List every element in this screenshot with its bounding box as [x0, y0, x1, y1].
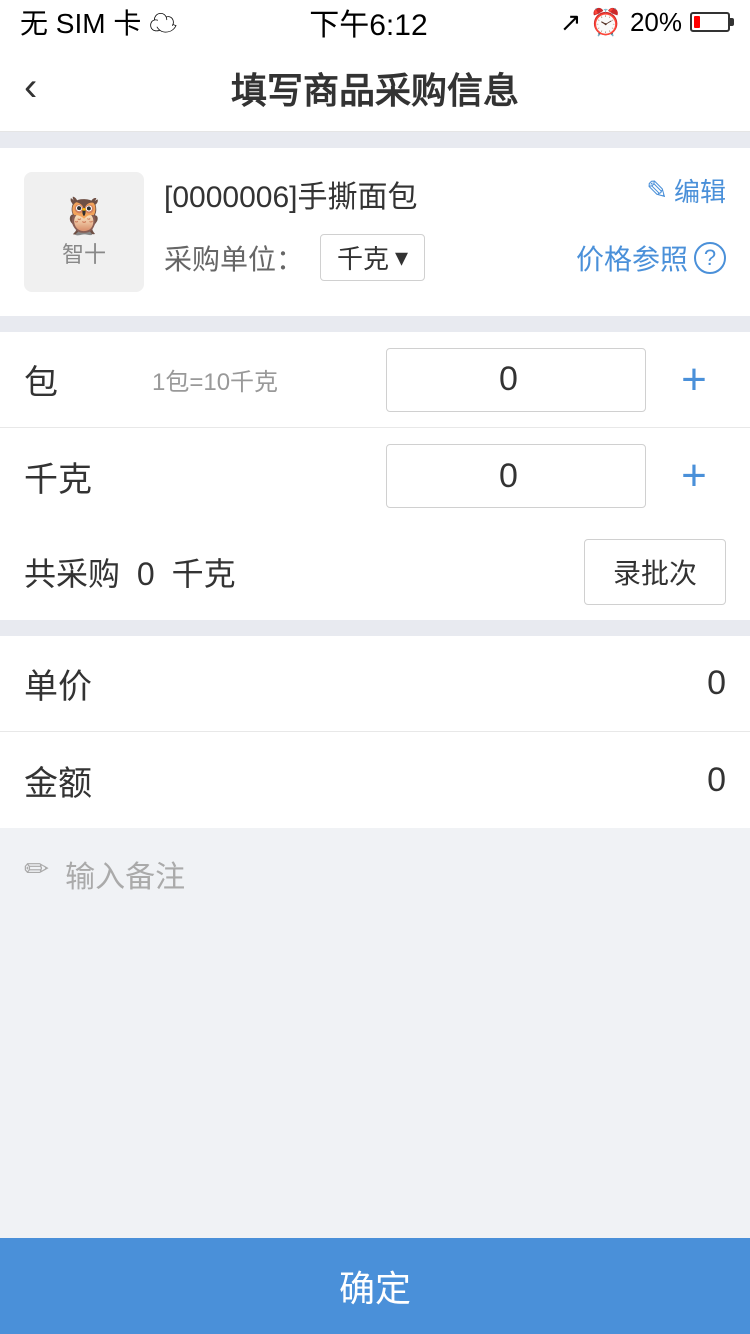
top-divider [0, 132, 750, 148]
status-bar: 无 SIM 卡 ☁ 下午6:12 ↗ ⏰ 20% [0, 0, 750, 44]
alarm-icon: ⏰ [590, 7, 622, 38]
quantity-input-section: 包 1包=10千克 + 千克 + [0, 332, 750, 524]
back-button[interactable]: ‹ [24, 65, 37, 110]
summary-text: 共采购 0 千克 [24, 549, 584, 595]
kg-label: 千克 [24, 452, 144, 501]
price-ref-label: 价格参照 [576, 238, 688, 278]
edit-label: 编辑 [674, 172, 726, 209]
confirm-button[interactable]: 确定 [0, 1238, 750, 1334]
product-name: [0000006]手撕面包 [164, 172, 726, 216]
unit-select[interactable]: 千克 ▾ [320, 234, 425, 281]
unit-price-value: 0 [707, 664, 726, 703]
remark-section[interactable]: ✏ 输入备注 [0, 828, 750, 920]
unit-price-label: 单价 [24, 659, 707, 708]
product-meta: 采购单位： 千克 ▾ 价格参照 ? [164, 234, 726, 281]
bag-quantity-input[interactable] [386, 348, 646, 412]
unit-price-row: 单价 0 [0, 636, 750, 732]
amount-value: 0 [707, 761, 726, 800]
purchase-unit-label: 采购单位： [164, 238, 304, 278]
battery-percent: 20% [630, 7, 682, 38]
kg-plus-button[interactable]: + [662, 444, 726, 508]
status-right: ↗ ⏰ 20% [560, 7, 730, 38]
no-sim-text: 无 SIM 卡 ☁ [20, 2, 177, 42]
price-section: 单价 0 金额 0 [0, 636, 750, 828]
location-icon: ↗ [560, 7, 582, 38]
product-card: 🦉 智十 [0000006]手撕面包 采购单位： 千克 ▾ 价格参照 ? [0, 148, 750, 316]
page-title: 填写商品采购信息 [231, 62, 519, 114]
price-reference-button[interactable]: 价格参照 ? [576, 238, 726, 278]
amount-label: 金额 [24, 756, 707, 805]
remark-placeholder: 输入备注 [65, 852, 185, 896]
summary-section: 共采购 0 千克 录批次 [0, 524, 750, 620]
question-icon: ? [694, 242, 726, 274]
bag-sublabel: 1包=10千克 [152, 362, 278, 397]
bag-row: 包 1包=10千克 + [0, 332, 750, 428]
status-time: 下午6:12 [309, 0, 427, 44]
edit-icon: ✎ [646, 175, 668, 206]
dropdown-arrow-icon: ▾ [395, 242, 408, 273]
unit-select-value: 千克 [337, 239, 389, 276]
middle-divider-2 [0, 620, 750, 636]
middle-divider-1 [0, 316, 750, 332]
kg-row: 千克 + [0, 428, 750, 524]
bag-plus-button[interactable]: + [662, 348, 726, 412]
logo-brand-name: 智十 [62, 237, 106, 269]
product-info: [0000006]手撕面包 采购单位： 千克 ▾ 价格参照 ? [164, 172, 726, 281]
edit-button[interactable]: ✎ 编辑 [646, 172, 726, 209]
product-logo: 🦉 智十 [62, 195, 107, 269]
logo-owl-icon: 🦉 [62, 195, 107, 237]
summary-suffix: 千克 [172, 556, 236, 592]
batch-button[interactable]: 录批次 [584, 539, 726, 605]
status-left: 无 SIM 卡 ☁ [20, 2, 177, 42]
product-thumbnail: 🦉 智十 [24, 172, 144, 292]
amount-row: 金额 0 [0, 732, 750, 828]
summary-prefix: 共采购 [24, 556, 120, 592]
nav-bar: ‹ 填写商品采购信息 [0, 44, 750, 132]
kg-quantity-input[interactable] [386, 444, 646, 508]
pencil-icon: ✏ [24, 852, 49, 887]
summary-value: 0 [137, 556, 155, 592]
battery-icon [690, 12, 730, 32]
kg-input-wrap: + [144, 444, 726, 508]
bag-label: 包 [24, 355, 144, 404]
bag-input-wrap: + [278, 348, 726, 412]
